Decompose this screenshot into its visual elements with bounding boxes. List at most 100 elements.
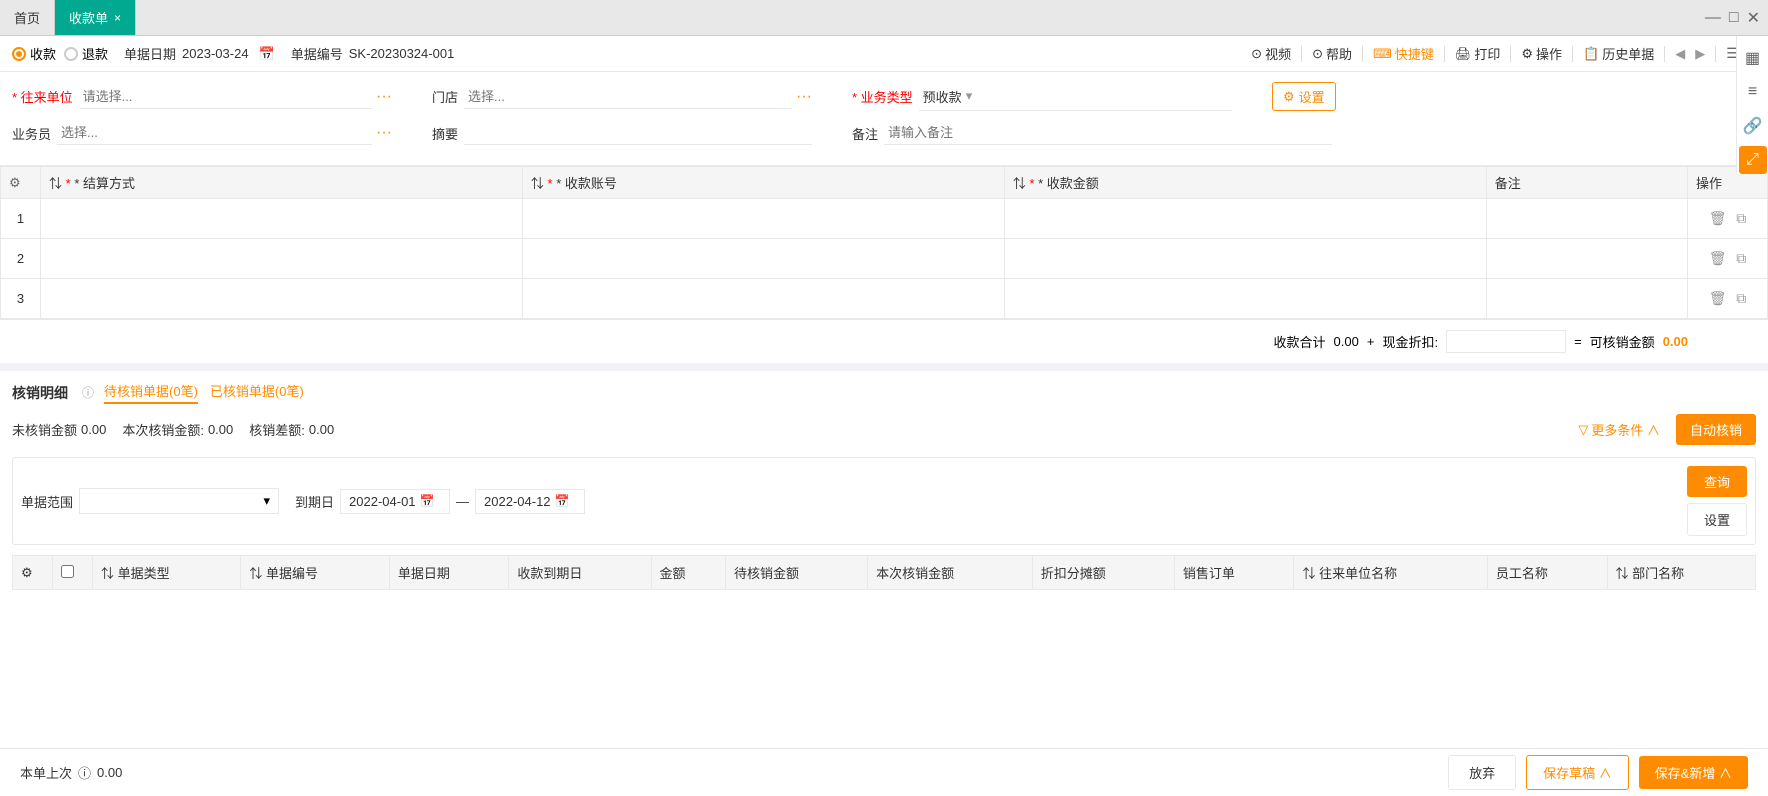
radio-receipt-label: 收款 bbox=[30, 44, 56, 63]
doc-range-select[interactable]: ▾ bbox=[79, 488, 279, 514]
row2-actions: 🗑 ⧉ bbox=[1688, 239, 1768, 279]
close-tab-icon[interactable]: × bbox=[114, 11, 121, 25]
save-draft-label: 保存草稿 ∧ bbox=[1543, 763, 1612, 782]
row1-account[interactable] bbox=[522, 199, 1004, 239]
stats-row: 未核销金额 0.00 本次核销金额: 0.00 核销差额: 0.00 ▽ 更多条… bbox=[12, 414, 1756, 445]
net-value: 0.00 bbox=[1663, 334, 1688, 349]
sidebar-attach-icon[interactable]: 🔗 bbox=[1739, 112, 1767, 140]
bottom-gear-icon[interactable]: ⚙ bbox=[21, 565, 33, 580]
bth-gear[interactable]: ⚙ bbox=[13, 556, 53, 590]
help-action[interactable]: ⊙ 帮助 bbox=[1312, 44, 1352, 63]
remarks-input[interactable] bbox=[884, 121, 1332, 145]
close-window-button[interactable]: ✕ bbox=[1747, 8, 1760, 28]
row2-remarks[interactable] bbox=[1486, 239, 1687, 279]
row3-settlement[interactable] bbox=[41, 279, 523, 319]
sidebar-table-icon[interactable]: ▦ bbox=[1739, 44, 1767, 72]
tab-home[interactable]: 首页 bbox=[0, 0, 55, 35]
print-action[interactable]: 🖨 打印 bbox=[1455, 44, 1501, 63]
row2-copy-icon[interactable]: ⧉ bbox=[1736, 250, 1746, 266]
counterparty-more-btn[interactable]: ··· bbox=[376, 88, 392, 106]
table-gear-icon[interactable]: ⚙ bbox=[9, 175, 21, 190]
sidebar-list-icon[interactable]: ≡ bbox=[1739, 78, 1767, 106]
row3-amount[interactable] bbox=[1004, 279, 1486, 319]
minimize-button[interactable]: — bbox=[1705, 9, 1721, 27]
row1-copy-icon[interactable]: ⧉ bbox=[1736, 210, 1746, 226]
sort-b2[interactable]: ⇅ bbox=[249, 566, 262, 581]
summary-input[interactable] bbox=[464, 121, 812, 145]
radio-receipt[interactable]: 收款 bbox=[12, 44, 56, 63]
data-table: ⚙ ⇅ * * 结算方式 ⇅ * * 收款账号 ⇅ * bbox=[0, 166, 1768, 319]
shortcut-action[interactable]: ⌨ 快捷键 bbox=[1373, 44, 1434, 63]
filter-settings-button[interactable]: 设置 bbox=[1687, 503, 1747, 536]
date-value: 2023-03-24 bbox=[182, 46, 249, 61]
maximize-button[interactable]: □ bbox=[1729, 9, 1739, 27]
row2-amount[interactable] bbox=[1004, 239, 1486, 279]
save-new-button[interactable]: 保存&新增 ∧ bbox=[1639, 756, 1748, 789]
business-type-select[interactable]: 预收款 ▾ bbox=[919, 83, 1232, 111]
row3-account[interactable] bbox=[522, 279, 1004, 319]
auto-write-off-button[interactable]: 自动核销 bbox=[1676, 414, 1756, 445]
store-input[interactable] bbox=[464, 85, 792, 109]
counterparty-input[interactable] bbox=[79, 85, 372, 109]
operation-action[interactable]: ⚙ 操作 bbox=[1521, 44, 1562, 63]
row1-delete-icon[interactable]: 🗑 bbox=[1709, 210, 1727, 226]
row3-delete-icon[interactable]: 🗑 bbox=[1709, 290, 1727, 306]
row1-remarks[interactable] bbox=[1486, 199, 1687, 239]
nav-left-icon[interactable]: ◀ bbox=[1675, 46, 1685, 62]
radio-refund[interactable]: 退款 bbox=[64, 44, 108, 63]
calendar-icon[interactable]: 📅 bbox=[259, 46, 275, 62]
history-action[interactable]: 📋 历史单据 bbox=[1583, 44, 1654, 63]
sort-b1[interactable]: ⇅ bbox=[101, 566, 114, 581]
discount-input[interactable] bbox=[1446, 330, 1566, 353]
settings-button[interactable]: ⚙ 设置 bbox=[1272, 82, 1336, 111]
salesperson-field: 业务员 ··· bbox=[12, 121, 392, 145]
date-from-input[interactable]: 2022-04-01 📅 bbox=[340, 489, 450, 514]
calendar-from-icon[interactable]: 📅 bbox=[420, 494, 435, 508]
th-gear[interactable]: ⚙ bbox=[1, 167, 41, 199]
settings-gear-icon: ⚙ bbox=[1283, 89, 1295, 105]
sort-b4[interactable]: ⇅ bbox=[1616, 566, 1629, 581]
print-icon: 🖨 bbox=[1455, 46, 1472, 62]
date-to-input[interactable]: 2022-04-12 📅 bbox=[475, 489, 585, 514]
salesperson-input[interactable] bbox=[57, 121, 372, 145]
bth-counterparty-label: 往来单位名称 bbox=[1319, 566, 1397, 581]
sort-icon3[interactable]: ⇅ bbox=[1013, 176, 1026, 191]
row2-account[interactable] bbox=[522, 239, 1004, 279]
salesperson-more-btn[interactable]: ··· bbox=[376, 124, 392, 142]
row2-delete-icon[interactable]: 🗑 bbox=[1709, 250, 1727, 266]
more-conditions-btn[interactable]: ▽ 更多条件 ∧ bbox=[1578, 420, 1660, 439]
form-row-1: * 往来单位 ··· 门店 ··· * 业务类型 预收款 ▾ ⚙ bbox=[12, 82, 1756, 111]
save-draft-button[interactable]: 保存草稿 ∧ bbox=[1526, 755, 1629, 790]
sort-icon[interactable]: ⇅ bbox=[49, 176, 62, 191]
sidebar-expand-icon[interactable]: ⤢ bbox=[1739, 146, 1767, 174]
th-settlement-label: * 结算方式 bbox=[74, 176, 135, 191]
tab-receipt[interactable]: 收款单 × bbox=[55, 0, 136, 35]
th-amount-label: * 收款金额 bbox=[1038, 176, 1099, 191]
tab-completed[interactable]: 已核销单据(0笔) bbox=[210, 381, 304, 404]
row2-settlement[interactable] bbox=[41, 239, 523, 279]
sort-b3[interactable]: ⇅ bbox=[1302, 566, 1315, 581]
row1-settlement[interactable] bbox=[41, 199, 523, 239]
calendar-to-icon[interactable]: 📅 bbox=[555, 494, 570, 508]
row1-amount[interactable] bbox=[1004, 199, 1486, 239]
abandon-button[interactable]: 放弃 bbox=[1448, 755, 1516, 790]
row3-copy-icon[interactable]: ⧉ bbox=[1736, 290, 1746, 306]
equals-sign: = bbox=[1574, 334, 1582, 349]
tab-pending[interactable]: 待核销单据(0笔) bbox=[104, 381, 198, 404]
history-icon: 📋 bbox=[1583, 46, 1599, 62]
more-conditions-label: 更多条件 ∧ bbox=[1591, 420, 1660, 439]
store-more-btn[interactable]: ··· bbox=[796, 88, 812, 106]
footer-info: 本单上次 ⓘ 0.00 bbox=[20, 763, 122, 782]
section-info-icon[interactable]: ⓘ bbox=[82, 384, 94, 401]
diff-value: 0.00 bbox=[309, 422, 334, 437]
unverified-value: 0.00 bbox=[81, 422, 106, 437]
nav-right-icon[interactable]: ▶ bbox=[1695, 46, 1705, 62]
diff-stat: 核销差额: 0.00 bbox=[249, 420, 334, 439]
footer-info-icon[interactable]: ⓘ bbox=[78, 763, 91, 782]
query-button[interactable]: 查询 bbox=[1687, 466, 1747, 497]
select-all-checkbox[interactable] bbox=[61, 565, 74, 578]
row3-remarks[interactable] bbox=[1486, 279, 1687, 319]
video-action[interactable]: ⊙ 视频 bbox=[1251, 44, 1291, 63]
sort-icon2[interactable]: ⇅ bbox=[531, 176, 544, 191]
tab-home-label: 首页 bbox=[14, 8, 40, 27]
